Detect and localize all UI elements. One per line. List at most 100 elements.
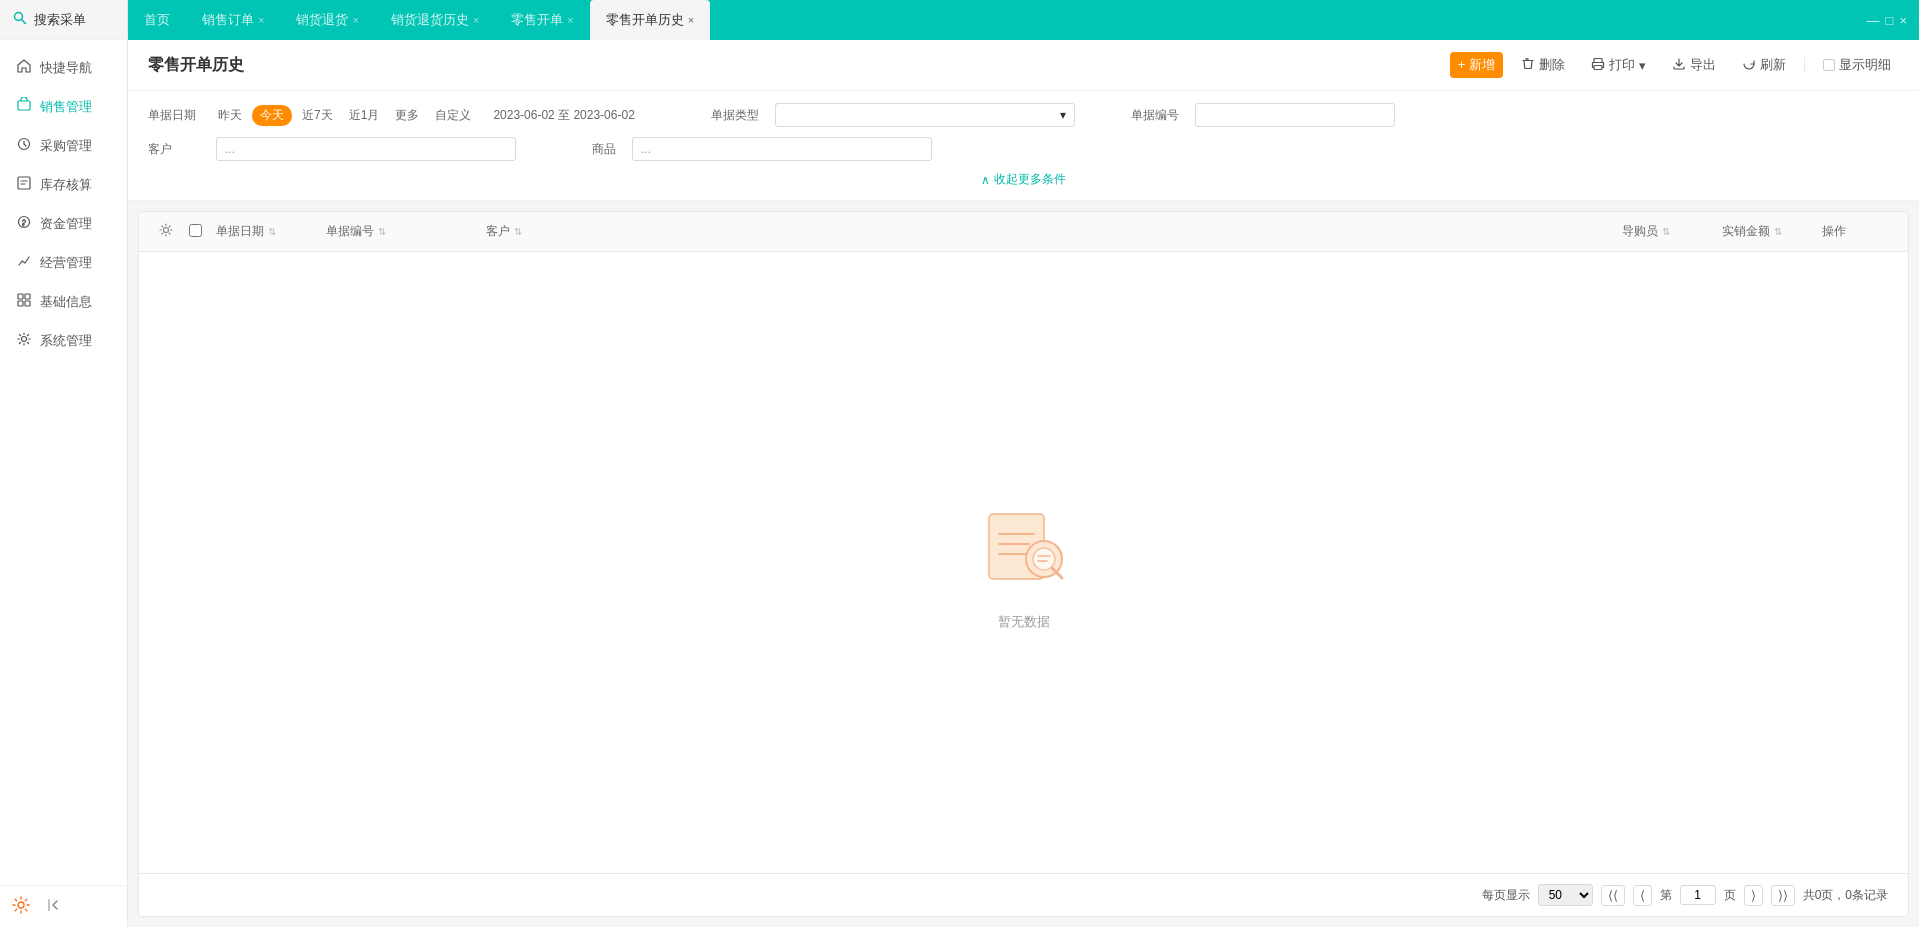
collapse-up-icon: ∧ xyxy=(981,173,990,187)
prev-page-btn[interactable]: ⟨ xyxy=(1633,885,1652,906)
sidebar-footer xyxy=(0,885,127,927)
svg-rect-7 xyxy=(25,294,30,299)
date-btn-yesterday[interactable]: 昨天 xyxy=(212,105,248,126)
filter-area: 单据日期 昨天 今天 近7天 近1月 更多 自定义 2023-06-02 至 2… xyxy=(128,91,1919,201)
total-info: 共0页，0条记录 xyxy=(1803,887,1888,904)
tab-sales-return-history-close[interactable]: × xyxy=(473,14,479,26)
tab-retail-open[interactable]: 零售开单 × xyxy=(495,0,589,40)
print-button[interactable]: 打印 ▾ xyxy=(1583,52,1654,78)
doc-type-label: 单据类型 xyxy=(711,107,759,124)
display-detail-toggle[interactable]: 显示明细 xyxy=(1815,52,1899,78)
sidebar-item-finance[interactable]: 资金管理 xyxy=(0,204,127,243)
delete-button[interactable]: 删除 xyxy=(1513,52,1573,78)
add-button[interactable]: + 新增 xyxy=(1450,52,1503,78)
date-btn-more[interactable]: 更多 xyxy=(389,105,425,126)
search-icon xyxy=(12,10,28,29)
window-close[interactable]: × xyxy=(1899,13,1907,28)
tab-sales-order-close[interactable]: × xyxy=(258,14,264,26)
tab-retail-history-close[interactable]: × xyxy=(688,14,694,26)
table-area: 单据日期 ⇅ 单据编号 ⇅ 客户 ⇅ 导购员 ⇅ 实销金额 ⇅ xyxy=(138,211,1909,917)
tab-sales-return-history-label: 销货退货历史 xyxy=(391,11,469,29)
sidebar-search[interactable]: 搜索采单 xyxy=(0,0,127,40)
sidebar-item-label: 经营管理 xyxy=(40,254,92,272)
home-icon xyxy=(16,58,32,77)
sidebar-item-operation[interactable]: 经营管理 xyxy=(0,243,127,282)
sidebar-item-quick-nav[interactable]: 快捷导航 xyxy=(0,48,127,87)
tab-retail-history[interactable]: 零售开单历史 × xyxy=(590,0,710,40)
inventory-icon xyxy=(16,175,32,194)
sidebar-item-sys-mgmt[interactable]: 系统管理 xyxy=(0,321,127,360)
page-label: 第 xyxy=(1660,887,1672,904)
base-icon xyxy=(16,292,32,311)
page-input[interactable] xyxy=(1680,885,1716,905)
sidebar-item-sales-mgmt[interactable]: 销售管理 xyxy=(0,87,127,126)
sort-client-icon: ⇅ xyxy=(514,226,522,237)
date-filter-label: 单据日期 xyxy=(148,107,196,124)
sidebar-item-purchase-mgmt[interactable]: 采购管理 xyxy=(0,126,127,165)
th-guide[interactable]: 导购员 ⇅ xyxy=(1616,215,1716,248)
goods-input[interactable]: ... xyxy=(632,137,932,161)
th-amount[interactable]: 实销金额 ⇅ xyxy=(1716,215,1816,248)
tab-home-label: 首页 xyxy=(144,11,170,29)
page-header: 零售开单历史 + 新增 删除 打印 ▾ xyxy=(128,40,1919,91)
tab-bar-controls: — □ × xyxy=(1867,13,1919,28)
select-all-checkbox[interactable] xyxy=(181,224,210,240)
sidebar-item-base-info[interactable]: 基础信息 xyxy=(0,282,127,321)
client-input[interactable]: ... xyxy=(216,137,516,161)
first-page-btn[interactable]: ⟨⟨ xyxy=(1601,885,1625,906)
svg-point-11 xyxy=(18,902,24,908)
th-date[interactable]: 单据日期 ⇅ xyxy=(210,215,320,248)
sidebar-item-inventory[interactable]: 库存核算 xyxy=(0,165,127,204)
refresh-icon xyxy=(1742,57,1756,74)
next-page-btn[interactable]: ⟩ xyxy=(1744,885,1763,906)
per-page-select[interactable]: 50 100 200 xyxy=(1538,884,1593,906)
sort-date-icon: ⇅ xyxy=(268,226,276,237)
tab-sales-return-label: 销货退货 xyxy=(296,11,348,29)
collapse-row: ∧ 收起更多条件 xyxy=(148,171,1899,188)
collapse-icon[interactable] xyxy=(46,896,64,917)
export-icon xyxy=(1672,57,1686,74)
date-btn-1month[interactable]: 近1月 xyxy=(343,105,386,126)
svg-point-15 xyxy=(164,228,169,233)
page-suffix: 页 xyxy=(1724,887,1736,904)
page-title: 零售开单历史 xyxy=(148,55,244,76)
doc-type-select[interactable]: ▾ xyxy=(775,103,1075,127)
date-btn-today[interactable]: 今天 xyxy=(252,105,292,126)
doc-num-input[interactable] xyxy=(1195,103,1395,127)
date-btn-7days[interactable]: 近7天 xyxy=(296,105,339,126)
column-settings-icon[interactable] xyxy=(151,223,181,240)
date-btn-custom[interactable]: 自定义 xyxy=(429,105,477,126)
print-icon xyxy=(1591,57,1605,74)
sort-guide-icon: ⇅ xyxy=(1662,226,1670,237)
tab-home[interactable]: 首页 xyxy=(128,0,186,40)
empty-illustration xyxy=(964,494,1084,597)
sidebar-item-label: 系统管理 xyxy=(40,332,92,350)
sidebar-search-label: 搜索采单 xyxy=(34,11,86,29)
last-page-btn[interactable]: ⟩⟩ xyxy=(1771,885,1795,906)
th-num[interactable]: 单据编号 ⇅ xyxy=(320,215,480,248)
export-button[interactable]: 导出 xyxy=(1664,52,1724,78)
tab-sales-return-close[interactable]: × xyxy=(352,14,358,26)
svg-rect-9 xyxy=(25,301,30,306)
refresh-button[interactable]: 刷新 xyxy=(1734,52,1794,78)
tab-sales-order[interactable]: 销售订单 × xyxy=(186,0,280,40)
print-dropdown-icon[interactable]: ▾ xyxy=(1639,58,1646,73)
tab-retail-open-label: 零售开单 xyxy=(511,11,563,29)
window-maximize[interactable]: □ xyxy=(1886,13,1894,28)
tab-sales-return-history[interactable]: 销货退货历史 × xyxy=(375,0,495,40)
settings-icon[interactable] xyxy=(12,896,30,917)
svg-rect-8 xyxy=(18,301,23,306)
select-all-input[interactable] xyxy=(189,224,202,237)
sidebar-item-label: 库存核算 xyxy=(40,176,92,194)
svg-rect-6 xyxy=(18,294,23,299)
doc-type-dropdown-icon: ▾ xyxy=(1060,108,1066,122)
window-minimize[interactable]: — xyxy=(1867,13,1880,28)
tab-sales-return[interactable]: 销货退货 × xyxy=(280,0,374,40)
tab-bar: 首页 销售订单 × 销货退货 × 销货退货历史 × 零售开单 × 零售开单历史 … xyxy=(128,0,1919,40)
tab-retail-open-close[interactable]: × xyxy=(567,14,573,26)
th-client[interactable]: 客户 ⇅ xyxy=(480,215,1616,248)
main-area: 首页 销售订单 × 销货退货 × 销货退货历史 × 零售开单 × 零售开单历史 … xyxy=(128,0,1919,927)
collapse-button[interactable]: ∧ 收起更多条件 xyxy=(981,171,1066,188)
delete-icon xyxy=(1521,57,1535,74)
svg-rect-2 xyxy=(18,101,30,110)
